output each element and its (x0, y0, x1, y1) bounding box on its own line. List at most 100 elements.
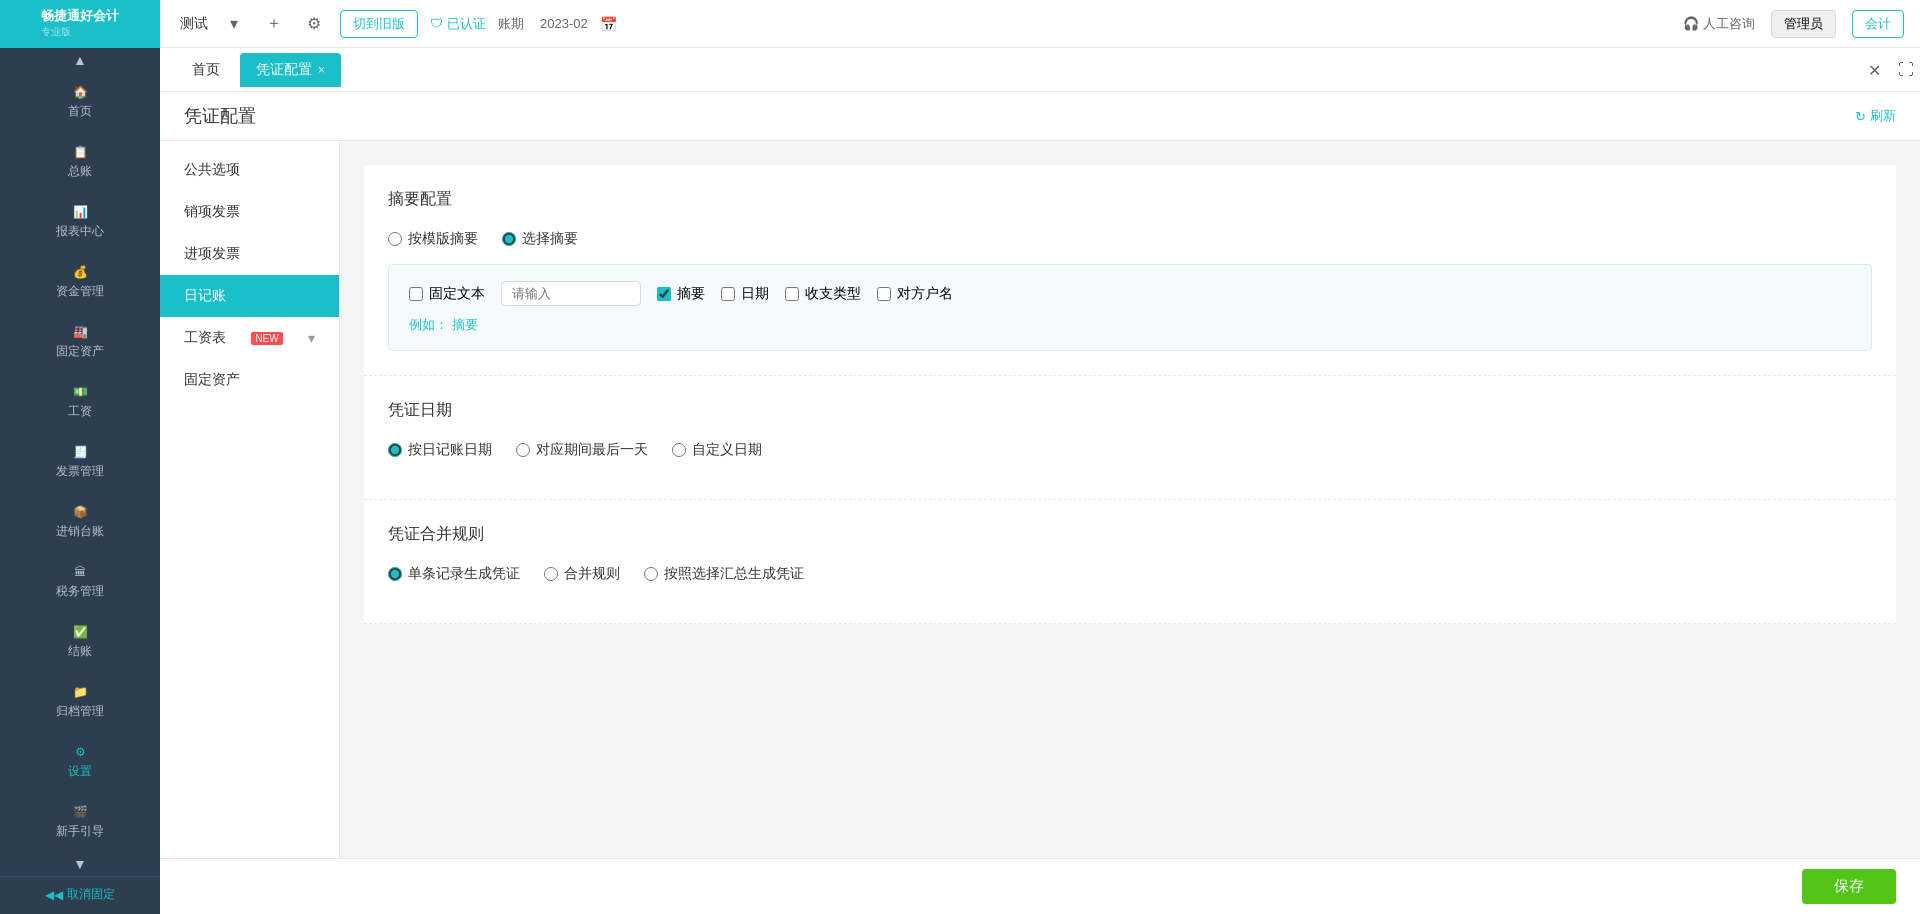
merge-radio-group: 单条记录生成凭证 合并规则 按照选择汇总生成凭证 (388, 565, 1872, 583)
switch-old-version-button[interactable]: 切到旧版 (340, 10, 418, 38)
sidebar-item-assets[interactable]: 🏭 固定资产 (0, 312, 160, 372)
left-nav-journal[interactable]: 日记账 (160, 275, 339, 317)
radio-merge-rule[interactable]: 合并规则 (544, 565, 620, 583)
page-toolbar: 凭证配置 ↻ 刷新 (160, 92, 1920, 141)
radio-select-merge[interactable]: 按照选择汇总生成凭证 (644, 565, 804, 583)
checkbox-income-type[interactable]: 收支类型 (785, 285, 861, 303)
fixed-text-checkbox[interactable] (409, 287, 423, 301)
new-badge: NEW (251, 332, 282, 345)
income-type-checkbox[interactable] (785, 287, 799, 301)
sidebar-item-tax[interactable]: 🏛 税务管理 (0, 552, 160, 612)
tab-home[interactable]: 首页 (176, 53, 236, 87)
checkout-icon: ✅ (73, 625, 88, 639)
left-nav-sales-invoice[interactable]: 销项发票 (160, 191, 339, 233)
sidebar-item-checkout[interactable]: ✅ 结账 (0, 612, 160, 672)
radio-select-merge-input[interactable] (644, 567, 658, 581)
left-nav-public[interactable]: 公共选项 (160, 149, 339, 191)
summary-checkbox[interactable] (657, 287, 671, 301)
sidebar-item-label: 首页 (68, 103, 92, 120)
settings-gear-icon[interactable]: ⚙ (300, 10, 328, 38)
summary-title: 摘要配置 (388, 189, 1872, 210)
sidebar-item-settings[interactable]: ⚙ 设置 (0, 732, 160, 792)
report-icon: 📊 (73, 205, 88, 219)
tab-voucher-config[interactable]: 凭证配置 × (240, 53, 341, 87)
sidebar-item-label: 进销台账 (56, 523, 104, 540)
fixed-text-input[interactable] (501, 281, 641, 306)
consult-label: 人工咨询 (1703, 15, 1755, 33)
fixed-text-label: 固定文本 (429, 285, 485, 303)
manager-button[interactable]: 管理员 (1771, 10, 1836, 38)
left-nav-payroll-table[interactable]: 工资表 NEW ▾ (160, 317, 339, 359)
tab-close-icon[interactable]: × (318, 63, 325, 77)
sidebar-item-ledger[interactable]: 📋 总账 (0, 132, 160, 192)
radio-period-last[interactable]: 对应期间最后一天 (516, 441, 648, 459)
certified-badge: 🛡 已认证 (430, 15, 486, 33)
checkbox-fixed-text[interactable]: 固定文本 (409, 285, 485, 303)
sidebar-item-payroll[interactable]: 💵 工资 (0, 372, 160, 432)
checkbox-counterpart[interactable]: 对方户名 (877, 285, 953, 303)
radio-single-input[interactable] (388, 567, 402, 581)
checkbox-date[interactable]: 日期 (721, 285, 769, 303)
left-nav-purchase-invoice[interactable]: 进项发票 (160, 233, 339, 275)
sidebar-item-label: 总账 (68, 163, 92, 180)
project-dropdown-icon[interactable]: ▾ (220, 10, 248, 38)
add-icon[interactable]: ＋ (260, 10, 288, 38)
tab-home-label: 首页 (192, 61, 220, 79)
radio-journal-date-input[interactable] (388, 443, 402, 457)
ledger-icon: 📋 (73, 145, 88, 159)
radio-journal-date-label: 按日记账日期 (408, 441, 492, 459)
sidebar-item-label: 税务管理 (56, 583, 104, 600)
guide-icon: 🎬 (73, 805, 88, 819)
sidebar-item-home[interactable]: 🏠 首页 (0, 72, 160, 132)
radio-select-summary[interactable]: 选择摘要 (502, 230, 578, 248)
date-title: 凭证日期 (388, 400, 1872, 421)
sidebar-item-label: 设置 (68, 763, 92, 780)
logo-subtitle: 专业版 (41, 25, 119, 39)
left-nav: 公共选项 销项发票 进项发票 日记账 工资表 NEW ▾ (160, 141, 340, 858)
sidebar-item-guide[interactable]: 🎬 新手引导 (0, 792, 160, 852)
save-button[interactable]: 保存 (1802, 869, 1896, 904)
radio-custom-date[interactable]: 自定义日期 (672, 441, 762, 459)
consult-button[interactable]: 🎧 人工咨询 (1683, 15, 1755, 33)
radio-template-label: 按模版摘要 (408, 230, 478, 248)
cancel-fixed-button[interactable]: ◀◀ 取消固定 (0, 876, 160, 912)
sidebar-item-invoice[interactable]: 🧾 发票管理 (0, 432, 160, 492)
income-type-label: 收支类型 (805, 285, 861, 303)
expand-window-icon[interactable]: ⛶ (1892, 56, 1920, 84)
radio-merge-rule-input[interactable] (544, 567, 558, 581)
sidebar-item-funds[interactable]: 💰 资金管理 (0, 252, 160, 312)
bottom-bar: 保存 (160, 858, 1920, 914)
radio-single-label: 单条记录生成凭证 (408, 565, 520, 583)
sidebar-item-label: 报表中心 (56, 223, 104, 240)
sidebar-item-archive[interactable]: 📁 归档管理 (0, 672, 160, 732)
radio-custom-date-input[interactable] (672, 443, 686, 457)
refresh-button[interactable]: ↻ 刷新 (1855, 107, 1896, 125)
sidebar-item-label: 工资 (68, 403, 92, 420)
archive-icon: 📁 (73, 685, 88, 699)
radio-period-last-input[interactable] (516, 443, 530, 457)
sidebar-item-report[interactable]: 📊 报表中心 (0, 192, 160, 252)
sidebar-item-label: 发票管理 (56, 463, 104, 480)
radio-select-input[interactable] (502, 232, 516, 246)
summary-config-row: 固定文本 摘要 日期 (409, 281, 1851, 306)
checkbox-summary[interactable]: 摘要 (657, 285, 705, 303)
summary-section: 摘要配置 按模版摘要 选择摘要 (364, 165, 1896, 376)
purchase-sale-icon: 📦 (73, 505, 88, 519)
sidebar-item-label: 结账 (68, 643, 92, 660)
tab-active-label: 凭证配置 (256, 61, 312, 79)
counterpart-checkbox[interactable] (877, 287, 891, 301)
pin-icon: ◀◀ (45, 888, 63, 902)
close-window-icon[interactable]: ✕ (1860, 56, 1888, 84)
sidebar-scroll-down[interactable]: ▼ (0, 852, 160, 876)
date-checkbox[interactable] (721, 287, 735, 301)
accountant-button[interactable]: 会计 (1852, 10, 1904, 38)
summary-label: 摘要 (677, 285, 705, 303)
sidebar-item-purchase-sale[interactable]: 📦 进销台账 (0, 492, 160, 552)
radio-journal-date[interactable]: 按日记账日期 (388, 441, 492, 459)
sidebar-scroll-up[interactable]: ▲ (0, 48, 160, 72)
radio-single[interactable]: 单条记录生成凭证 (388, 565, 520, 583)
calendar-icon[interactable]: 📅 (600, 16, 617, 32)
radio-template-input[interactable] (388, 232, 402, 246)
radio-template-summary[interactable]: 按模版摘要 (388, 230, 478, 248)
left-nav-fixed-assets[interactable]: 固定资产 (160, 359, 339, 401)
